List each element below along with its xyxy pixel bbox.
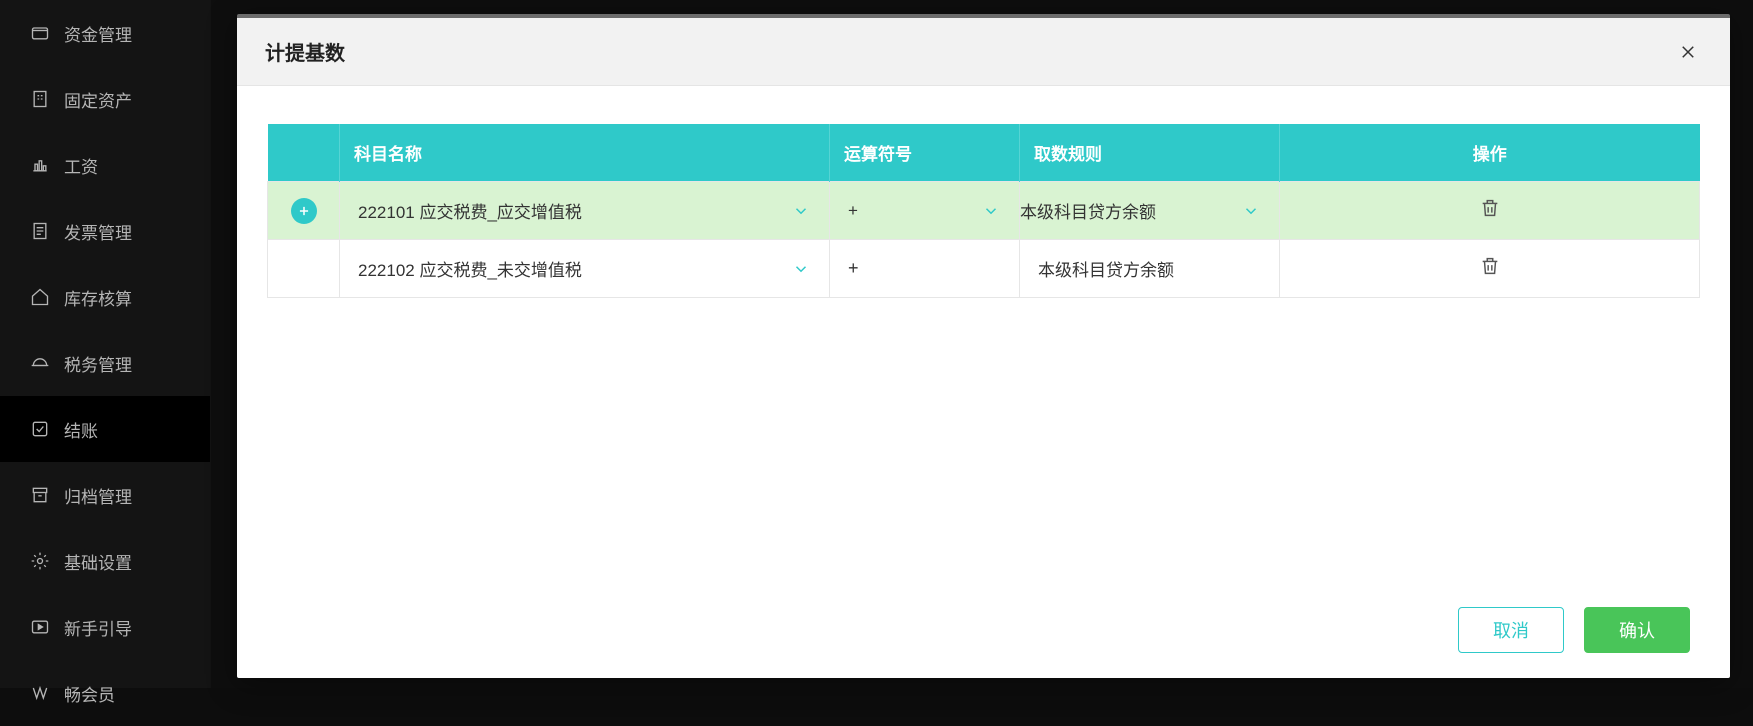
- chevron-down-icon: [981, 201, 1001, 221]
- sidebar: 资金管理 固定资产 工资 发票管理 库存核算 税务管理 结账 归档管理 基础设置…: [0, 0, 210, 688]
- sidebar-item-label: 结账: [64, 417, 98, 442]
- sidebar-item-guide[interactable]: 新手引导: [0, 594, 210, 660]
- vip-icon: [30, 683, 50, 703]
- col-header-add: [268, 124, 340, 182]
- archive-icon: [30, 485, 50, 505]
- sidebar-item-label: 归档管理: [64, 483, 132, 508]
- trash-icon: [1479, 255, 1501, 277]
- home-icon: [30, 287, 50, 307]
- col-header-action: 操作: [1280, 124, 1700, 182]
- delete-row-button[interactable]: [1479, 197, 1501, 219]
- sidebar-item-label: 基础设置: [64, 549, 132, 574]
- confirm-label: 确认: [1619, 617, 1655, 643]
- table-row: 222102 应交税费_未交增值税 + 本级科目贷方余额: [268, 240, 1700, 298]
- subject-value: 222102 应交税费_未交增值税: [358, 256, 582, 281]
- rule-select[interactable]: 本级科目贷方余额: [1020, 182, 1279, 239]
- accrual-base-modal: 计提基数 科目名称 运算符号 取数规则 操作: [237, 14, 1730, 678]
- col-header-rule: 取数规则: [1020, 124, 1280, 182]
- sidebar-item-tax[interactable]: 税务管理: [0, 330, 210, 396]
- dish-icon: [30, 353, 50, 373]
- chevron-down-icon: [791, 259, 811, 279]
- sidebar-item-invoice[interactable]: 发票管理: [0, 198, 210, 264]
- subject-select[interactable]: 222102 应交税费_未交增值税: [340, 240, 829, 297]
- operator-value: +: [848, 258, 859, 278]
- sidebar-item-label: 固定资产: [64, 87, 132, 112]
- play-icon: [30, 617, 50, 637]
- sidebar-item-label: 税务管理: [64, 351, 132, 376]
- modal-body: 科目名称 运算符号 取数规则 操作 222101 应交税费_应交增值税: [237, 86, 1730, 582]
- cancel-label: 取消: [1493, 617, 1529, 643]
- close-icon: [1679, 43, 1697, 61]
- subject-select[interactable]: 222101 应交税费_应交增值税: [340, 182, 829, 239]
- chart-icon: [30, 155, 50, 175]
- sidebar-item-label: 畅会员: [64, 681, 115, 706]
- sidebar-item-funds[interactable]: 资金管理: [0, 0, 210, 66]
- receipt-icon: [30, 221, 50, 241]
- col-header-subject: 科目名称: [340, 124, 830, 182]
- col-header-operator: 运算符号: [830, 124, 1020, 182]
- sidebar-item-label: 发票管理: [64, 219, 132, 244]
- wallet-icon: [30, 23, 50, 43]
- table-row: 222101 应交税费_应交增值税 + 本级科目贷方余额: [268, 182, 1700, 240]
- operator-select[interactable]: +: [830, 182, 1019, 239]
- gear-icon: [30, 551, 50, 571]
- accrual-table: 科目名称 运算符号 取数规则 操作 222101 应交税费_应交增值税: [267, 124, 1700, 298]
- sidebar-item-member[interactable]: 畅会员: [0, 660, 210, 726]
- sidebar-item-archive[interactable]: 归档管理: [0, 462, 210, 528]
- plus-icon: [297, 204, 311, 218]
- close-button[interactable]: [1674, 38, 1702, 66]
- sidebar-item-fixed-assets[interactable]: 固定资产: [0, 66, 210, 132]
- subject-value: 222101 应交税费_应交增值税: [358, 198, 582, 223]
- modal-title: 计提基数: [265, 37, 345, 66]
- operator-value: +: [848, 201, 858, 221]
- sidebar-item-label: 新手引导: [64, 615, 132, 640]
- modal-header: 计提基数: [237, 18, 1730, 86]
- sidebar-item-inventory[interactable]: 库存核算: [0, 264, 210, 330]
- sidebar-item-salary[interactable]: 工资: [0, 132, 210, 198]
- chevron-down-icon: [791, 201, 811, 221]
- trash-icon: [1479, 197, 1501, 219]
- check-doc-icon: [30, 419, 50, 439]
- sidebar-item-label: 工资: [64, 153, 98, 178]
- chevron-down-icon: [1241, 201, 1261, 221]
- add-row-button[interactable]: [291, 198, 317, 224]
- sidebar-item-label: 库存核算: [64, 285, 132, 310]
- modal-footer: 取消 确认: [237, 582, 1730, 678]
- sidebar-item-closing[interactable]: 结账: [0, 396, 210, 462]
- sidebar-item-label: 资金管理: [64, 21, 132, 46]
- building-icon: [30, 89, 50, 109]
- rule-value: 本级科目贷方余额: [1020, 198, 1156, 223]
- confirm-button[interactable]: 确认: [1584, 607, 1690, 653]
- cancel-button[interactable]: 取消: [1458, 607, 1564, 653]
- sidebar-item-settings[interactable]: 基础设置: [0, 528, 210, 594]
- delete-row-button[interactable]: [1479, 255, 1501, 277]
- rule-value: 本级科目贷方余额: [1038, 261, 1174, 280]
